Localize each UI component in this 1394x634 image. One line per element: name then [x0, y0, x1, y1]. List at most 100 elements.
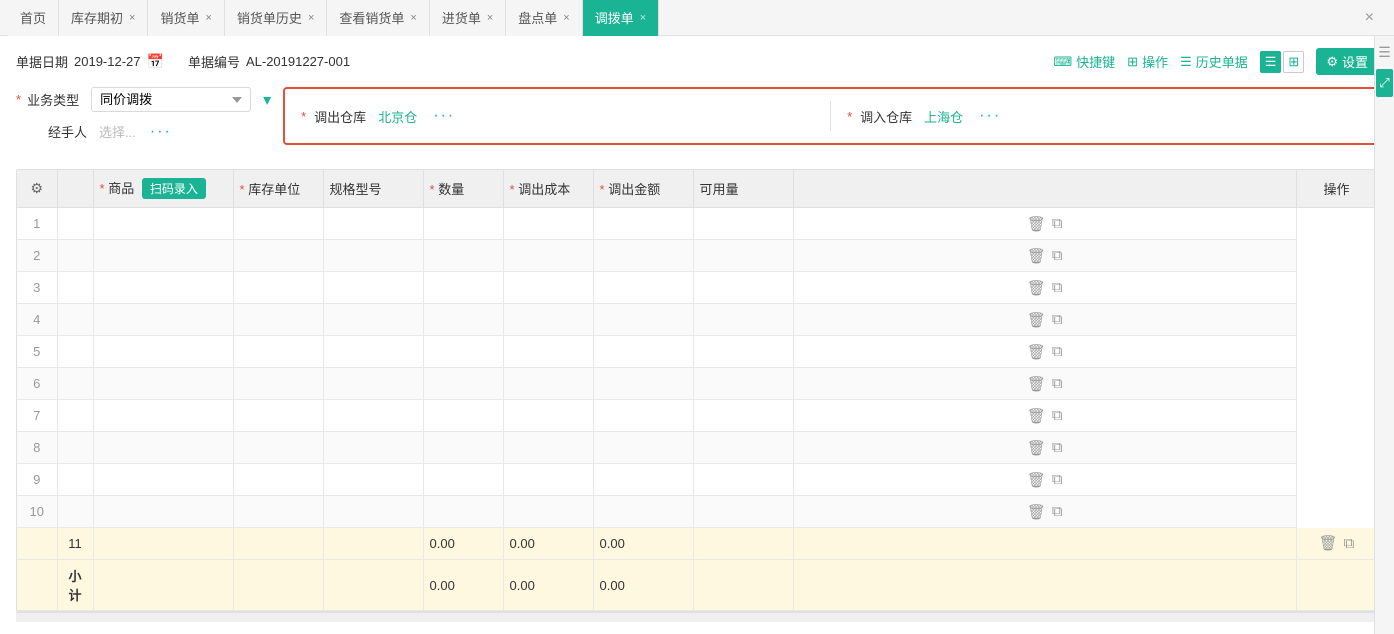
tab-purchase-order[interactable]: 进货单 ×: [430, 0, 506, 36]
row-cost[interactable]: [423, 496, 503, 528]
row-amount[interactable]: [503, 240, 593, 272]
row-unit[interactable]: [93, 400, 233, 432]
copy-icon[interactable]: ⧉: [1052, 503, 1063, 520]
row-qty[interactable]: [323, 272, 423, 304]
sidebar-expand-icon[interactable]: ⤢: [1376, 69, 1392, 97]
row-cost[interactable]: [423, 240, 503, 272]
row-unit[interactable]: [93, 464, 233, 496]
row-product[interactable]: [57, 368, 93, 400]
row-qty[interactable]: [323, 496, 423, 528]
row-amount[interactable]: [503, 400, 593, 432]
row-spec[interactable]: [233, 496, 323, 528]
copy-icon[interactable]: ⧉: [1052, 279, 1063, 296]
copy-icon[interactable]: ⧉: [1052, 471, 1063, 488]
tab-transfer-order-close[interactable]: ×: [640, 12, 646, 24]
delete-icon[interactable]: 🗑: [1027, 375, 1046, 393]
biz-type-select[interactable]: 同价调拨: [91, 87, 251, 112]
scan-button[interactable]: 扫码录入: [142, 178, 206, 199]
person-input[interactable]: 选择...: [99, 122, 136, 141]
row-qty[interactable]: [323, 240, 423, 272]
copy-icon[interactable]: ⧉: [1052, 375, 1063, 392]
row-cost[interactable]: [423, 432, 503, 464]
row-qty[interactable]: [323, 336, 423, 368]
tab-purchase-order-close[interactable]: ×: [487, 12, 493, 24]
delete-icon[interactable]: 🗑: [1027, 503, 1046, 521]
row-spec[interactable]: [233, 240, 323, 272]
copy-icon[interactable]: ⧉: [1052, 439, 1063, 456]
copy-icon[interactable]: ⧉: [1052, 311, 1063, 328]
history-action[interactable]: ☰ 历史单据: [1180, 52, 1248, 71]
row-spec[interactable]: [233, 368, 323, 400]
row-amount[interactable]: [503, 336, 593, 368]
row-amount[interactable]: [503, 304, 593, 336]
row-product[interactable]: [57, 304, 93, 336]
row-product[interactable]: [57, 432, 93, 464]
tab-inventory-check-close[interactable]: ×: [563, 12, 569, 24]
row-cost[interactable]: [423, 400, 503, 432]
row-spec[interactable]: [233, 400, 323, 432]
row-cost[interactable]: [423, 368, 503, 400]
row-unit[interactable]: [93, 304, 233, 336]
row-amount[interactable]: [503, 496, 593, 528]
tab-sales-order-close[interactable]: ×: [205, 12, 211, 24]
row-spec[interactable]: [233, 208, 323, 240]
subtotal-product-cell[interactable]: [93, 528, 233, 560]
copy-icon[interactable]: ⧉: [1052, 247, 1063, 264]
in-warehouse-value[interactable]: 上海仓: [924, 107, 963, 126]
row-product[interactable]: [57, 400, 93, 432]
row-unit[interactable]: [93, 336, 233, 368]
row-unit[interactable]: [93, 368, 233, 400]
row-qty[interactable]: [323, 368, 423, 400]
row-qty[interactable]: [323, 208, 423, 240]
layout-list-icon[interactable]: ☰: [1260, 51, 1282, 73]
ops-action[interactable]: ⊞ 操作: [1127, 52, 1168, 71]
row-unit[interactable]: [93, 208, 233, 240]
tab-sales-order[interactable]: 销货单 ×: [148, 0, 224, 36]
row-spec[interactable]: [233, 336, 323, 368]
in-warehouse-more[interactable]: ···: [971, 107, 1009, 125]
tab-inventory-check[interactable]: 盘点单 ×: [506, 0, 582, 36]
person-more-btn[interactable]: ···: [150, 123, 172, 141]
delete-icon[interactable]: 🗑: [1027, 471, 1046, 489]
row-unit[interactable]: [93, 432, 233, 464]
row-qty[interactable]: [323, 400, 423, 432]
row-spec[interactable]: [233, 304, 323, 336]
col-gear-icon[interactable]: ⚙: [30, 180, 43, 196]
col-header-settings[interactable]: ⚙: [17, 170, 57, 208]
row-amount[interactable]: [503, 272, 593, 304]
row-cost[interactable]: [423, 464, 503, 496]
delete-icon[interactable]: 🗑: [1027, 215, 1046, 233]
tab-sales-history-close[interactable]: ×: [308, 12, 314, 24]
bottom-scrollbar[interactable]: [16, 612, 1378, 622]
layout-toggle[interactable]: ☰ ⊞: [1260, 51, 1305, 73]
row-cost[interactable]: [423, 208, 503, 240]
tab-transfer-order[interactable]: 调拨单 ×: [583, 0, 659, 36]
biz-type-dropdown-icon[interactable]: ▾: [263, 90, 271, 110]
row-qty[interactable]: [323, 464, 423, 496]
row-cost[interactable]: [423, 304, 503, 336]
out-warehouse-more[interactable]: ···: [425, 107, 463, 125]
row-cost[interactable]: [423, 272, 503, 304]
tab-inventory-init[interactable]: 库存期初 ×: [59, 0, 148, 36]
row-qty[interactable]: [323, 304, 423, 336]
settings-button[interactable]: ⚙ 设置: [1316, 48, 1378, 75]
tab-home[interactable]: 首页: [8, 0, 59, 36]
out-warehouse-value[interactable]: 北京仓: [378, 107, 417, 126]
row-unit[interactable]: [93, 240, 233, 272]
sidebar-list-icon[interactable]: ☰: [1378, 44, 1391, 61]
row-amount[interactable]: [503, 368, 593, 400]
tab-inventory-init-close[interactable]: ×: [129, 12, 135, 24]
shortcut-action[interactable]: ⌨ 快捷键: [1053, 52, 1115, 71]
row-spec[interactable]: [233, 272, 323, 304]
row-amount[interactable]: [503, 432, 593, 464]
tab-view-sales[interactable]: 查看销货单 ×: [327, 0, 429, 36]
delete-icon[interactable]: 🗑: [1027, 311, 1046, 329]
row-product[interactable]: [57, 208, 93, 240]
delete-icon[interactable]: 🗑: [1027, 439, 1046, 457]
copy-icon[interactable]: ⧉: [1052, 215, 1063, 232]
row-unit[interactable]: [93, 496, 233, 528]
copy-icon[interactable]: ⧉: [1052, 343, 1063, 360]
tab-sales-history[interactable]: 销货单历史 ×: [225, 0, 327, 36]
layout-grid-icon[interactable]: ⊞: [1283, 51, 1304, 73]
row-qty[interactable]: [323, 432, 423, 464]
